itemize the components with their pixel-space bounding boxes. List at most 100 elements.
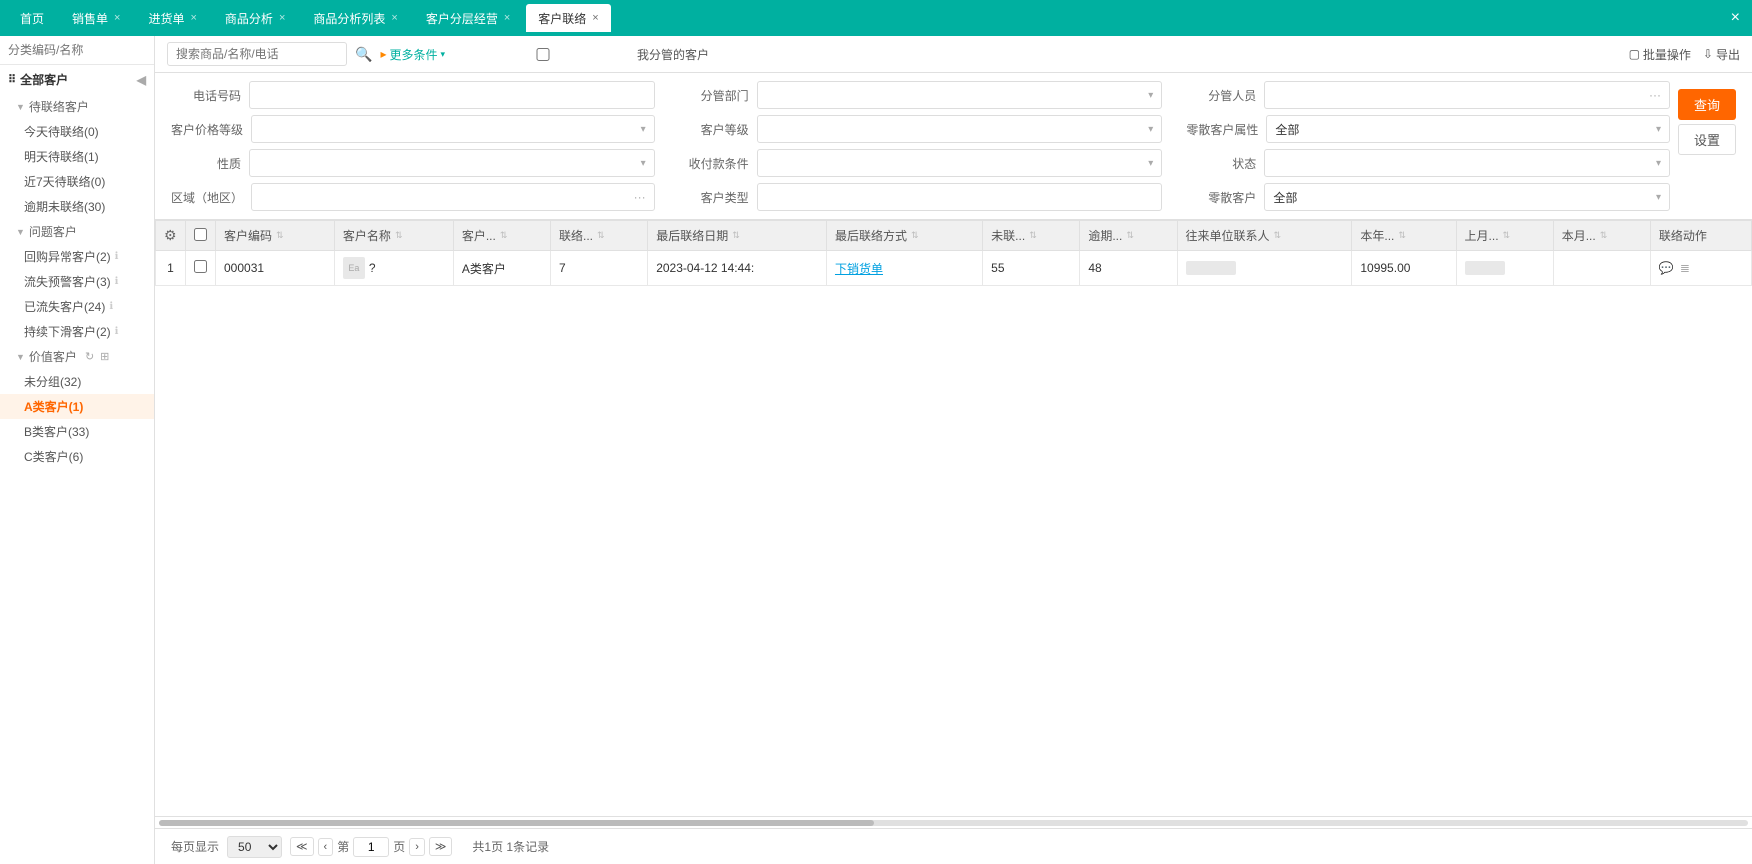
add-group-icon[interactable]: ⊞ [100, 350, 109, 363]
tab-analysis-list[interactable]: 商品分析列表 × [301, 4, 409, 32]
scrollbar-thumb[interactable] [159, 820, 874, 826]
filter-dept-select[interactable]: ▾ [757, 81, 1163, 109]
th-last-contact-date: 最后联络日期 ⇅ [648, 221, 827, 251]
tab-sales[interactable]: 销售单 × [60, 4, 132, 32]
th-customer-type: 客户... ⇅ [453, 221, 550, 251]
sidebar-item-tomorrow[interactable]: 明天待联络(1) [0, 144, 154, 169]
sort-icon-method[interactable]: ⇅ [911, 230, 919, 241]
tab-customer-contact[interactable]: 客户联络 × [526, 4, 610, 32]
sidebar-all-customers[interactable]: ⠿ 全部客户 ◀ [0, 65, 154, 94]
collapse-sidebar-icon[interactable]: ◀ [137, 73, 146, 87]
row-code: 000031 [216, 251, 335, 286]
filter-manager-select[interactable]: ··· [1264, 81, 1670, 109]
sort-icon-notcontacted[interactable]: ⇅ [1029, 230, 1037, 241]
filter-phone-label: 电话号码 [171, 87, 241, 104]
refresh-icon[interactable]: ↻ [85, 350, 94, 363]
sidebar-search-input[interactable] [8, 43, 155, 57]
sidebar-item-overdue[interactable]: 逾期未联络(30) [0, 194, 154, 219]
row-last-method-link[interactable]: 下销货单 [835, 262, 883, 276]
filter-status-select[interactable]: ▾ [1264, 149, 1670, 177]
filter-phone-input[interactable] [249, 81, 655, 109]
sidebar-item-churn-warning[interactable]: 流失预警客户(3) ℹ [0, 269, 154, 294]
sidebar-item-today-label: 今天待联络(0) [24, 123, 99, 140]
export-icon: ⇩ [1703, 47, 1713, 61]
tab-purchase[interactable]: 进货单 × [136, 4, 208, 32]
tab-sales-close[interactable]: × [114, 12, 120, 24]
filter-retail-customer-select[interactable]: 全部 ▾ [1264, 183, 1670, 211]
sidebar-item-repurchase-abnormal[interactable]: 回购异常客户(2) ℹ [0, 244, 154, 269]
sidebar-group-value[interactable]: ▼ 价值客户 ↻ ⊞ [0, 344, 154, 369]
tab-customer-contact-close[interactable]: × [592, 12, 598, 24]
sort-icon-contact[interactable]: ⇅ [597, 230, 605, 241]
sort-icon-overdue[interactable]: ⇅ [1126, 230, 1134, 241]
th-last-month: 上月... ⇅ [1456, 221, 1553, 251]
sort-icon-lastmonth[interactable]: ⇅ [1503, 230, 1511, 241]
tab-analysis[interactable]: 商品分析 × [213, 4, 297, 32]
menu-icon[interactable]: ≣ [1680, 261, 1690, 275]
chat-icon[interactable]: 💬 [1659, 261, 1674, 275]
tab-customer-tier[interactable]: 客户分层经营 × [414, 4, 522, 32]
filter-customer-type-select[interactable] [757, 183, 1163, 211]
page-number-input[interactable] [353, 837, 389, 857]
chevron-down-icon-7: ▾ [1656, 158, 1661, 169]
my-customers-checkbox[interactable]: 我分管的客户 [453, 46, 709, 63]
page-label: 页 [393, 838, 405, 855]
window-close-button[interactable]: × [1727, 9, 1744, 27]
select-all-checkbox[interactable] [194, 228, 207, 241]
sidebar-group-problem[interactable]: ▼ 问题客户 [0, 219, 154, 244]
next-page-button[interactable]: › [409, 838, 425, 856]
prev-page-button[interactable]: ‹ [318, 838, 334, 856]
main-search-icon[interactable]: 🔍 [355, 46, 372, 63]
batch-operation-button[interactable]: ▢ 批量操作 [1629, 46, 1691, 63]
filter-manager-label: 分管人员 [1186, 87, 1256, 104]
sort-icon-type[interactable]: ⇅ [500, 230, 508, 241]
tab-analysis-list-close[interactable]: × [391, 12, 397, 24]
sidebar-item-b-class-label: B类客户(33) [24, 423, 89, 440]
tab-analysis-close[interactable]: × [279, 12, 285, 24]
tab-customer-tier-close[interactable]: × [504, 12, 510, 24]
tab-analysis-list-label: 商品分析列表 [313, 10, 385, 27]
th-customer-type-label: 客户... [462, 227, 496, 244]
sort-icon-thisyear[interactable]: ⇅ [1398, 230, 1406, 241]
my-customers-check[interactable] [453, 48, 633, 61]
sort-icon-thismonth[interactable]: ⇅ [1600, 230, 1608, 241]
sidebar-item-c-class[interactable]: C类客户(6) [0, 444, 154, 469]
sort-icon-date[interactable]: ⇅ [732, 230, 740, 241]
horizontal-scrollbar[interactable] [155, 816, 1752, 828]
sidebar-group-pending[interactable]: ▼ 待联络客户 [0, 94, 154, 119]
more-filter-button[interactable]: ▸ 更多条件 ▾ [380, 46, 445, 63]
filter-customer-level-label: 客户等级 [679, 121, 749, 138]
sort-icon-person[interactable]: ⇅ [1274, 230, 1282, 241]
main-search-input[interactable] [167, 42, 347, 66]
sidebar-item-declining[interactable]: 持续下滑客户(2) ℹ [0, 319, 154, 344]
sidebar-item-7days[interactable]: 近7天待联络(0) [0, 169, 154, 194]
filter-region-select[interactable]: ··· [251, 183, 655, 211]
sidebar-item-churned[interactable]: 已流失客户(24) ℹ [0, 294, 154, 319]
per-page-select[interactable]: 50 100 200 [227, 836, 282, 858]
filter-nature-select[interactable]: ▾ [249, 149, 655, 177]
last-page-button[interactable]: ≫ [429, 837, 453, 856]
row-checkbox[interactable] [194, 260, 207, 273]
tab-analysis-label: 商品分析 [225, 10, 273, 27]
tab-home[interactable]: 首页 [8, 4, 56, 32]
settings-button[interactable]: 设置 [1678, 124, 1736, 155]
sort-icon-code[interactable]: ⇅ [276, 230, 284, 241]
filter-payment-select[interactable]: ▾ [757, 149, 1163, 177]
query-button[interactable]: 查询 [1678, 89, 1736, 120]
export-button[interactable]: ⇩ 导出 [1703, 46, 1740, 63]
sort-icon-name[interactable]: ⇅ [395, 230, 403, 241]
sidebar-item-ungrouped[interactable]: 未分组(32) [0, 369, 154, 394]
filter-customer-level-select[interactable]: ▾ [757, 115, 1163, 143]
tab-purchase-close[interactable]: × [190, 12, 196, 24]
filter-price-level-select[interactable]: ▾ [251, 115, 655, 143]
row-last-method: 下销货单 [826, 251, 982, 286]
filter-region: 区域（地区） ··· [171, 183, 655, 211]
filter-retail-attr-select[interactable]: 全部 ▾ [1266, 115, 1670, 143]
sidebar-item-a-class[interactable]: A类客户(1) [0, 394, 154, 419]
table-settings-icon[interactable]: ⚙ [164, 227, 177, 244]
first-page-button[interactable]: ≪ [290, 837, 314, 856]
sidebar-item-b-class[interactable]: B类客户(33) [0, 419, 154, 444]
sidebar-item-a-class-label: A类客户(1) [24, 398, 83, 415]
sidebar-item-today[interactable]: 今天待联络(0) [0, 119, 154, 144]
chevron-down-icon-2: ▾ [641, 124, 646, 135]
